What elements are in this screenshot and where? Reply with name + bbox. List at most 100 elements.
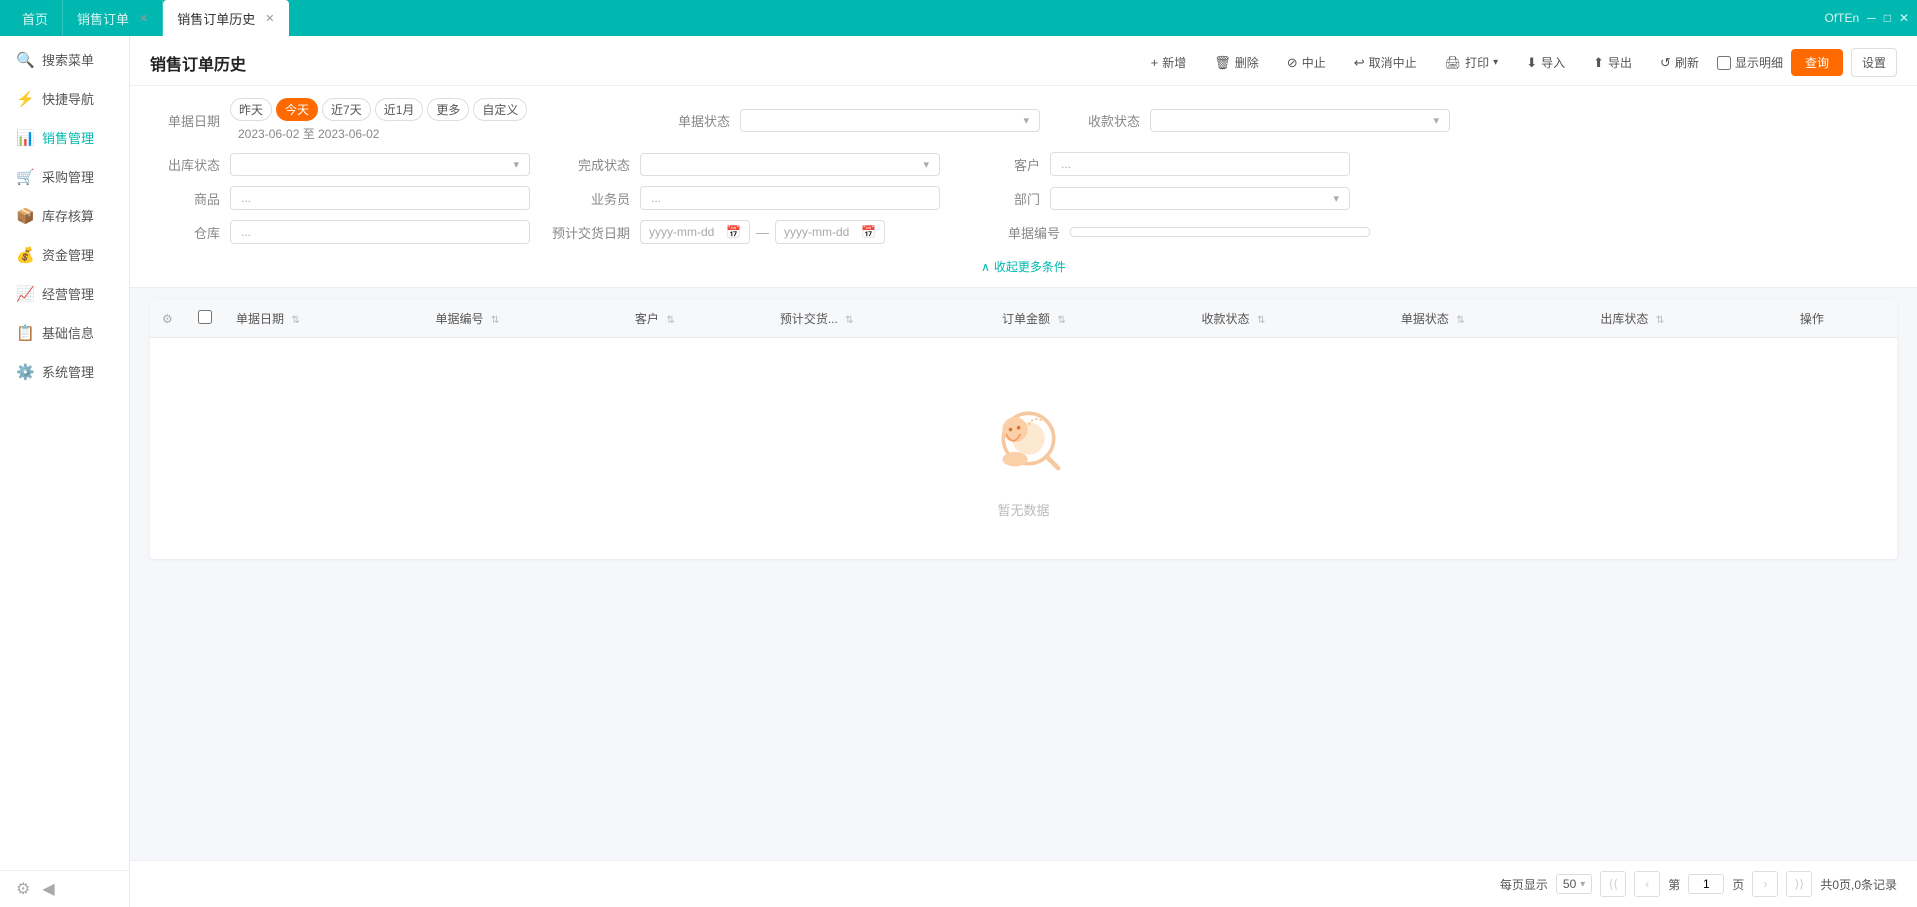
sidebar-item-purchase-mgmt[interactable]: 🛒 采购管理 xyxy=(0,157,129,196)
sort-collect-icon[interactable]: ⇅ xyxy=(1257,315,1265,326)
collapse-up-icon: ∧ xyxy=(981,260,990,274)
window-minimize[interactable]: ─ xyxy=(1867,11,1876,25)
collect-status-select[interactable]: ▾ xyxy=(1150,109,1450,132)
sort-orderno-icon[interactable]: ⇅ xyxy=(491,315,499,326)
next-page-btn[interactable]: › xyxy=(1752,871,1778,897)
delivery-date-from-text: yyyy-mm-dd xyxy=(649,225,714,239)
th-amount: 订单金额 ⇅ xyxy=(990,300,1189,338)
export-button[interactable]: ⬆ 导出 xyxy=(1583,49,1642,76)
finish-status-select[interactable]: ▾ xyxy=(640,153,940,176)
collapse-bar[interactable]: ∧ 收起更多条件 xyxy=(150,254,1897,275)
data-table: ⚙ 单据日期 ⇅ 单据编号 ⇅ xyxy=(150,300,1897,559)
tab-sales-order-close[interactable]: ✕ xyxy=(139,12,148,25)
customer-input[interactable]: ... xyxy=(1050,152,1350,176)
calendar-from-icon: 📅 xyxy=(726,225,741,239)
display-detail-checkbox[interactable] xyxy=(1717,56,1731,70)
date-btn-7days[interactable]: 近7天 xyxy=(322,98,371,121)
new-label: 新增 xyxy=(1162,54,1186,71)
sidebar-item-sales-mgmt[interactable]: 📊 销售管理 xyxy=(0,118,129,157)
th-amount-label: 订单金额 xyxy=(1002,312,1050,326)
cancel-stop-button[interactable]: ↩ 取消中止 xyxy=(1344,49,1427,76)
window-close[interactable]: ✕ xyxy=(1899,11,1909,25)
sidebar-collapse-icon[interactable]: ◀ xyxy=(42,879,54,899)
th-operations: 操作 xyxy=(1788,300,1897,338)
basic-info-icon: 📋 xyxy=(16,324,34,342)
settings-button[interactable]: 设置 xyxy=(1851,48,1897,77)
new-button[interactable]: + 新增 xyxy=(1141,49,1197,76)
customer-label: 客户 xyxy=(960,155,1050,174)
sidebar-item-quick-nav[interactable]: ⚡ 快捷导航 xyxy=(0,79,129,118)
last-page-btn[interactable]: ⟩⟩ xyxy=(1786,871,1812,897)
page-size-select[interactable]: 50 ▾ xyxy=(1556,874,1592,894)
sidebar-bottom: ⚙ ◀ xyxy=(0,870,129,907)
sidebar-item-search-menu[interactable]: 🔍 搜索菜单 xyxy=(0,40,129,79)
select-all-checkbox[interactable] xyxy=(198,310,212,324)
search-menu-icon: 🔍 xyxy=(16,51,34,69)
sidebar-item-basic-info[interactable]: 📋 基础信息 xyxy=(0,313,129,352)
sidebar-settings-icon[interactable]: ⚙ xyxy=(16,879,30,899)
sales-mgmt-icon: 📊 xyxy=(16,129,34,147)
date-btn-1month[interactable]: 近1月 xyxy=(375,98,424,121)
sidebar-item-system-mgmt[interactable]: ⚙️ 系统管理 xyxy=(0,352,129,391)
sort-order-status-icon[interactable]: ⇅ xyxy=(1456,315,1464,326)
tab-home[interactable]: 首页 xyxy=(8,0,63,36)
delete-label: 删除 xyxy=(1235,54,1259,71)
tab-sales-order[interactable]: 销售订单 ✕ xyxy=(63,0,163,36)
date-range-display: 2023-06-02 至 2023-06-02 xyxy=(238,125,379,142)
delivery-date-from[interactable]: yyyy-mm-dd 📅 xyxy=(640,220,750,244)
delivery-date-to[interactable]: yyyy-mm-dd 📅 xyxy=(775,220,885,244)
print-button[interactable]: 🖨 打印 ▾ xyxy=(1435,49,1509,76)
page-input[interactable] xyxy=(1688,874,1724,894)
sidebar-item-inventory[interactable]: 📦 库存核算 xyxy=(0,196,129,235)
main-layout: 🔍 搜索菜单 ⚡ 快捷导航 📊 销售管理 🛒 采购管理 📦 库存核算 💰 资金管… xyxy=(0,36,1917,907)
refresh-button[interactable]: ↺ 刷新 xyxy=(1650,49,1709,76)
date-btn-more[interactable]: 更多 xyxy=(427,98,469,121)
top-bar-right: OfTEn ─ □ ✕ xyxy=(1824,11,1909,25)
query-button[interactable]: 查询 xyxy=(1791,49,1843,76)
sort-date-icon[interactable]: ⇅ xyxy=(291,315,299,326)
total-label: 共0页,0条记录 xyxy=(1820,876,1897,893)
sort-customer-icon[interactable]: ⇅ xyxy=(666,315,674,326)
date-btn-yesterday[interactable]: 昨天 xyxy=(230,98,272,121)
tab-sales-order-history[interactable]: 销售订单历史 ✕ xyxy=(163,0,289,36)
new-icon: + xyxy=(1151,55,1159,70)
th-order-no-label: 单据编号 xyxy=(435,312,483,326)
salesman-input[interactable]: ... xyxy=(640,186,940,210)
delete-button[interactable]: 🗑 删除 xyxy=(1204,49,1269,76)
calendar-to-icon: 📅 xyxy=(861,225,876,239)
order-no-input[interactable] xyxy=(1070,227,1370,237)
th-settings[interactable]: ⚙ xyxy=(150,300,186,338)
sort-amount-icon[interactable]: ⇅ xyxy=(1057,315,1065,326)
dept-arrow: ▾ xyxy=(1333,192,1339,205)
first-page-btn[interactable]: ⟨⟨ xyxy=(1600,871,1626,897)
sidebar-item-sales-mgmt-label: 销售管理 xyxy=(42,128,94,147)
finish-status-label: 完成状态 xyxy=(550,155,640,174)
date-btn-custom[interactable]: 自定义 xyxy=(473,98,527,121)
tab-sales-order-label: 销售订单 xyxy=(77,9,129,28)
sort-delivery-icon[interactable]: ⇅ xyxy=(845,315,853,326)
goods-input[interactable]: ... xyxy=(230,186,530,210)
date-label: 单据日期 xyxy=(150,111,230,130)
order-status-select[interactable]: ▾ xyxy=(740,109,1040,132)
sidebar-item-quick-nav-label: 快捷导航 xyxy=(42,89,94,108)
warehouse-input[interactable]: ... xyxy=(230,220,530,244)
sidebar-item-finance[interactable]: 💰 资金管理 xyxy=(0,235,129,274)
order-no-label: 单据编号 xyxy=(980,223,1070,242)
dept-select[interactable]: ▾ xyxy=(1050,187,1350,210)
date-btn-today[interactable]: 今天 xyxy=(276,98,318,121)
th-checkbox[interactable] xyxy=(186,300,224,338)
tab-sales-order-history-close[interactable]: ✕ xyxy=(265,12,274,25)
settings-gear-icon[interactable]: ⚙ xyxy=(162,312,173,326)
refresh-label: 刷新 xyxy=(1675,54,1699,71)
stop-button[interactable]: ⊘ 中止 xyxy=(1277,49,1336,76)
page-header: 销售订单历史 + 新增 🗑 删除 ⊘ 中止 ↩ 取消中止 xyxy=(130,36,1917,86)
sidebar-item-system-mgmt-label: 系统管理 xyxy=(42,362,94,381)
display-toggle: 显示明细 xyxy=(1717,54,1783,71)
window-maximize[interactable]: □ xyxy=(1884,11,1891,25)
sidebar-item-operations[interactable]: 📈 经营管理 xyxy=(0,274,129,313)
filter-row-2: 出库状态 ▾ 完成状态 ▾ 客户 ... xyxy=(150,152,1897,176)
prev-page-btn[interactable]: ‹ xyxy=(1634,871,1660,897)
import-button[interactable]: ⬇ 导入 xyxy=(1516,49,1575,76)
out-status-select[interactable]: ▾ xyxy=(230,153,530,176)
sort-out-status-icon[interactable]: ⇅ xyxy=(1656,315,1664,326)
